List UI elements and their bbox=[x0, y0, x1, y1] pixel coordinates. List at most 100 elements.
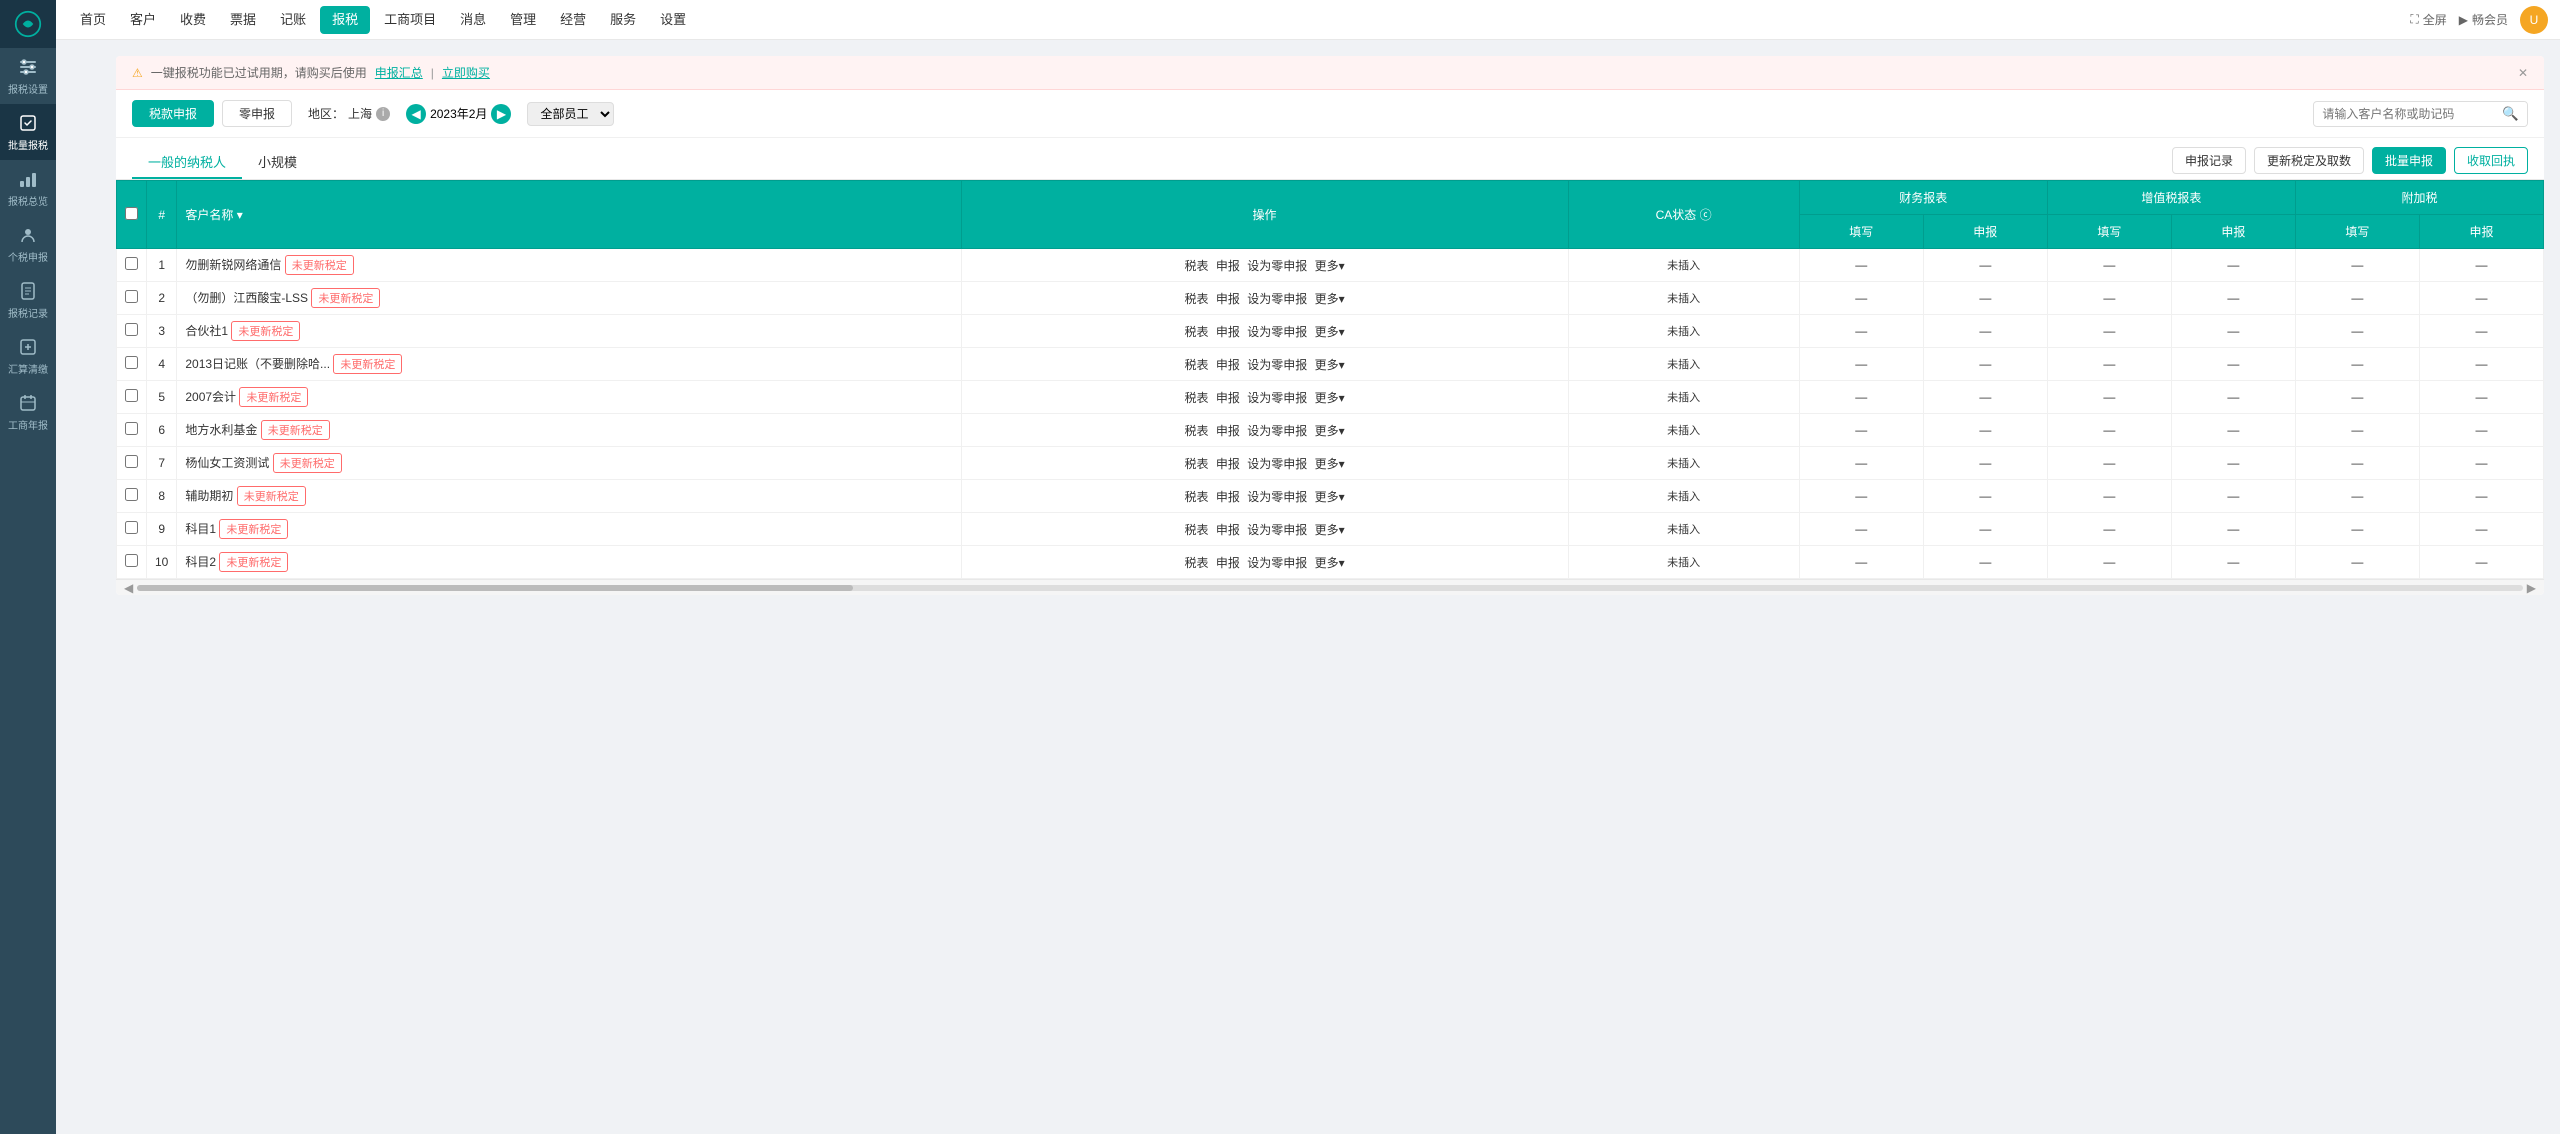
row-checkbox-7[interactable] bbox=[125, 488, 138, 501]
alert-link-buy[interactable]: 立即购买 bbox=[442, 64, 490, 81]
nav-settings[interactable]: 设置 bbox=[648, 0, 698, 40]
row-op-3-0[interactable]: 税表 bbox=[1185, 358, 1209, 372]
row-op-0-1[interactable]: 申报 bbox=[1216, 259, 1240, 273]
row-name-2: 合伙社1 未更新税定 bbox=[177, 315, 961, 348]
tab-zero-declaration[interactable]: 零申报 bbox=[222, 100, 292, 127]
sidebar-item-calc-clear[interactable]: 汇算清缴 bbox=[0, 328, 56, 384]
row-op-9-2[interactable]: 设为零申报 bbox=[1247, 556, 1307, 570]
row-op-0-2[interactable]: 设为零申报 bbox=[1247, 259, 1307, 273]
select-all-checkbox[interactable] bbox=[125, 207, 138, 220]
row-op-5-2[interactable]: 设为零申报 bbox=[1247, 424, 1307, 438]
nav-bookkeeping[interactable]: 记账 bbox=[268, 0, 318, 40]
row-checkbox-3[interactable] bbox=[125, 356, 138, 369]
sub-tab-small[interactable]: 小规模 bbox=[242, 146, 313, 179]
search-button[interactable]: 🔍 bbox=[2494, 102, 2527, 126]
row-op-3-1[interactable]: 申报 bbox=[1216, 358, 1240, 372]
alert-icon: ⚠ bbox=[132, 66, 143, 80]
search-input[interactable] bbox=[2314, 103, 2494, 125]
row-op-2-3[interactable]: 更多▾ bbox=[1315, 325, 1345, 339]
action-batch-declare-btn[interactable]: 批量申报 bbox=[2372, 147, 2446, 174]
row-op-5-0[interactable]: 税表 bbox=[1185, 424, 1209, 438]
row-op-3-2[interactable]: 设为零申报 bbox=[1247, 358, 1307, 372]
row-op-1-1[interactable]: 申报 bbox=[1216, 292, 1240, 306]
row-op-4-0[interactable]: 税表 bbox=[1185, 391, 1209, 405]
row-op-5-3[interactable]: 更多▾ bbox=[1315, 424, 1345, 438]
row-op-6-2[interactable]: 设为零申报 bbox=[1247, 457, 1307, 471]
member-button[interactable]: ▶ 畅会员 bbox=[2459, 11, 2508, 28]
date-prev-button[interactable]: ◀ bbox=[406, 104, 426, 124]
row-op-7-3[interactable]: 更多▾ bbox=[1315, 490, 1345, 504]
nav-customer[interactable]: 客户 bbox=[118, 0, 168, 40]
row-op-4-3[interactable]: 更多▾ bbox=[1315, 391, 1345, 405]
date-next-button[interactable]: ▶ bbox=[491, 104, 511, 124]
row-op-8-2[interactable]: 设为零申报 bbox=[1247, 523, 1307, 537]
row-op-2-0[interactable]: 税表 bbox=[1185, 325, 1209, 339]
sidebar-item-tax-settings[interactable]: 报税设置 bbox=[0, 48, 56, 104]
fullscreen-button[interactable]: ⛶ 全屏 bbox=[2410, 11, 2446, 28]
scroll-left-arrow[interactable]: ◀ bbox=[124, 581, 133, 595]
row-op-7-2[interactable]: 设为零申报 bbox=[1247, 490, 1307, 504]
row-op-6-3[interactable]: 更多▾ bbox=[1315, 457, 1345, 471]
location-info-icon[interactable]: i bbox=[376, 107, 390, 121]
row-op-5-1[interactable]: 申报 bbox=[1216, 424, 1240, 438]
nav-admin[interactable]: 管理 bbox=[498, 0, 548, 40]
sidebar-item-biz-annual[interactable]: 工商年报 bbox=[0, 384, 56, 440]
nav-service[interactable]: 服务 bbox=[598, 0, 648, 40]
nav-biz-project[interactable]: 工商项目 bbox=[372, 0, 448, 40]
row-op-1-3[interactable]: 更多▾ bbox=[1315, 292, 1345, 306]
user-avatar[interactable]: U bbox=[2520, 6, 2548, 34]
sidebar-item-tax-records[interactable]: 报税记录 bbox=[0, 272, 56, 328]
sidebar-item-personal-tax[interactable]: 个税申报 bbox=[0, 216, 56, 272]
row-op-1-2[interactable]: 设为零申报 bbox=[1247, 292, 1307, 306]
nav-home[interactable]: 首页 bbox=[68, 0, 118, 40]
table-row: 1 勿删新锐网络通信 未更新税定 税表 申报 设为零申报 更多▾ 未插入 ———… bbox=[117, 249, 2544, 282]
row-op-7-1[interactable]: 申报 bbox=[1216, 490, 1240, 504]
th-fin-declare: 申报 bbox=[1923, 215, 2047, 249]
row-op-8-3[interactable]: 更多▾ bbox=[1315, 523, 1345, 537]
row-checkbox-5[interactable] bbox=[125, 422, 138, 435]
row-op-0-0[interactable]: 税表 bbox=[1185, 259, 1209, 273]
row-op-8-0[interactable]: 税表 bbox=[1185, 523, 1209, 537]
row-op-8-1[interactable]: 申报 bbox=[1216, 523, 1240, 537]
action-update-btn[interactable]: 更新税定及取数 bbox=[2254, 147, 2364, 174]
nav-tax[interactable]: 报税 bbox=[320, 6, 370, 34]
row-op-3-3[interactable]: 更多▾ bbox=[1315, 358, 1345, 372]
row-ops-6: 税表 申报 设为零申报 更多▾ bbox=[961, 447, 1568, 480]
nav-operation[interactable]: 经营 bbox=[548, 0, 598, 40]
row-checkbox-8[interactable] bbox=[125, 521, 138, 534]
row-checkbox-1[interactable] bbox=[125, 290, 138, 303]
row-op-9-3[interactable]: 更多▾ bbox=[1315, 556, 1345, 570]
sidebar-item-tax-overview[interactable]: 报税总览 bbox=[0, 160, 56, 216]
row-op-7-0[interactable]: 税表 bbox=[1185, 490, 1209, 504]
action-record-btn[interactable]: 申报记录 bbox=[2172, 147, 2246, 174]
scroll-right-arrow[interactable]: ▶ bbox=[2527, 581, 2536, 595]
row-op-2-1[interactable]: 申报 bbox=[1216, 325, 1240, 339]
dept-dropdown[interactable]: 全部员工 bbox=[527, 102, 614, 126]
row-op-0-3[interactable]: 更多▾ bbox=[1315, 259, 1345, 273]
row-op-2-2[interactable]: 设为零申报 bbox=[1247, 325, 1307, 339]
alert-link-report[interactable]: 申报汇总 bbox=[375, 64, 423, 81]
nav-invoice[interactable]: 票据 bbox=[218, 0, 268, 40]
sidebar-item-batch-tax[interactable]: 批量报税 bbox=[0, 104, 56, 160]
row-op-1-0[interactable]: 税表 bbox=[1185, 292, 1209, 306]
action-collect-btn[interactable]: 收取回执 bbox=[2454, 147, 2528, 174]
app-logo[interactable] bbox=[0, 0, 56, 48]
row-checkbox-6[interactable] bbox=[125, 455, 138, 468]
row-op-6-1[interactable]: 申报 bbox=[1216, 457, 1240, 471]
nav-billing[interactable]: 收费 bbox=[168, 0, 218, 40]
row-op-4-2[interactable]: 设为零申报 bbox=[1247, 391, 1307, 405]
row-op-9-1[interactable]: 申报 bbox=[1216, 556, 1240, 570]
row-cell-9-1: — bbox=[1923, 546, 2047, 579]
row-checkbox-0[interactable] bbox=[125, 257, 138, 270]
sub-tab-general[interactable]: 一般的纳税人 bbox=[132, 146, 242, 179]
nav-message[interactable]: 消息 bbox=[448, 0, 498, 40]
row-checkbox-9[interactable] bbox=[125, 554, 138, 567]
alert-close-button[interactable]: ✕ bbox=[2518, 66, 2528, 80]
row-op-4-1[interactable]: 申报 bbox=[1216, 391, 1240, 405]
row-op-9-0[interactable]: 税表 bbox=[1185, 556, 1209, 570]
row-cell-5-0: — bbox=[1799, 414, 1923, 447]
row-op-6-0[interactable]: 税表 bbox=[1185, 457, 1209, 471]
tab-tax-declaration[interactable]: 税款申报 bbox=[132, 100, 214, 127]
row-checkbox-2[interactable] bbox=[125, 323, 138, 336]
row-checkbox-4[interactable] bbox=[125, 389, 138, 402]
